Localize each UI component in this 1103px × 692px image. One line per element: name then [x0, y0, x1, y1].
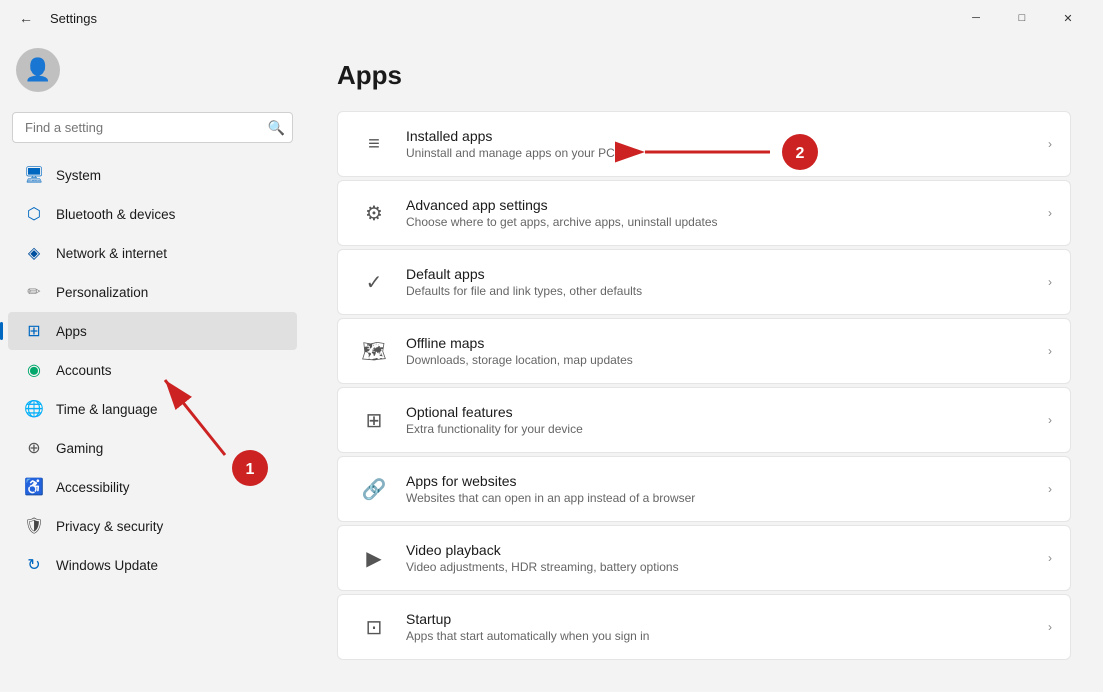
nav-list: 🖥 System ⬡ Bluetooth & devices ◈ Network…: [0, 151, 305, 589]
video-playback-title: Video playback: [406, 542, 1040, 558]
gaming-icon: ⊕: [24, 438, 44, 458]
optional-features-desc: Extra functionality for your device: [406, 422, 1040, 436]
user-icon: 👤: [24, 57, 51, 83]
main-content: Apps ≡ Installed apps Uninstall and mana…: [305, 36, 1103, 692]
title-bar-controls: ─ □ ✕: [953, 0, 1091, 36]
sidebar-item-label: Network & internet: [56, 246, 167, 261]
settings-list: ≡ Installed apps Uninstall and manage ap…: [337, 111, 1071, 660]
accounts-icon: ◉: [24, 360, 44, 380]
sidebar-item-label: Accounts: [56, 363, 112, 378]
network-icon: ◈: [24, 243, 44, 263]
maximize-button[interactable]: □: [999, 0, 1045, 36]
advanced-app-settings-title: Advanced app settings: [406, 197, 1040, 213]
personalization-icon: ✏: [24, 282, 44, 302]
installed-apps-title: Installed apps: [406, 128, 1040, 144]
chevron-right-icon: ›: [1048, 413, 1052, 427]
installed-apps-desc: Uninstall and manage apps on your PC: [406, 146, 1040, 160]
installed-apps-icon: ≡: [356, 126, 392, 162]
optional-features-icon: ⊞: [356, 402, 392, 438]
chevron-right-icon: ›: [1048, 620, 1052, 634]
advanced-app-settings-desc: Choose where to get apps, archive apps, …: [406, 215, 1040, 229]
search-input[interactable]: [12, 112, 293, 143]
back-button[interactable]: ←: [12, 4, 40, 32]
sidebar-item-label: System: [56, 168, 101, 183]
page-title: Apps: [337, 60, 1071, 91]
offline-maps-desc: Downloads, storage location, map updates: [406, 353, 1040, 367]
sidebar-item-accounts[interactable]: ◉ Accounts: [8, 351, 297, 389]
settings-item-offline-maps[interactable]: 🗺 Offline maps Downloads, storage locati…: [337, 318, 1071, 384]
update-icon: ↻: [24, 555, 44, 575]
app-title: Settings: [50, 11, 97, 26]
sidebar-item-label: Apps: [56, 324, 87, 339]
close-button[interactable]: ✕: [1045, 0, 1091, 36]
apps-icon: ⊞: [24, 321, 44, 341]
sidebar-item-label: Privacy & security: [56, 519, 163, 534]
optional-features-title: Optional features: [406, 404, 1040, 420]
sidebar-item-network[interactable]: ◈ Network & internet: [8, 234, 297, 272]
apps-for-websites-icon: 🔗: [356, 471, 392, 507]
settings-item-startup[interactable]: ⊡ Startup Apps that start automatically …: [337, 594, 1071, 660]
sidebar-item-apps[interactable]: ⊞ Apps: [8, 312, 297, 350]
sidebar-item-bluetooth[interactable]: ⬡ Bluetooth & devices: [8, 195, 297, 233]
app-body: 👤 🔍 🖥 System ⬡ Bluetooth & devices ◈ Net…: [0, 36, 1103, 692]
settings-item-default-apps[interactable]: ✓ Default apps Defaults for file and lin…: [337, 249, 1071, 315]
chevron-right-icon: ›: [1048, 275, 1052, 289]
sidebar: 👤 🔍 🖥 System ⬡ Bluetooth & devices ◈ Net…: [0, 36, 305, 692]
search-icon: 🔍: [268, 119, 285, 136]
default-apps-icon: ✓: [356, 264, 392, 300]
chevron-right-icon: ›: [1048, 206, 1052, 220]
accessibility-icon: ♿: [24, 477, 44, 497]
sidebar-item-update[interactable]: ↻ Windows Update: [8, 546, 297, 584]
startup-icon: ⊡: [356, 609, 392, 645]
offline-maps-icon: 🗺: [356, 333, 392, 369]
chevron-right-icon: ›: [1048, 482, 1052, 496]
sidebar-item-system[interactable]: 🖥 System: [8, 156, 297, 194]
sidebar-item-accessibility[interactable]: ♿ Accessibility: [8, 468, 297, 506]
system-icon: 🖥: [24, 165, 44, 185]
time-icon: 🌐: [24, 399, 44, 419]
advanced-app-settings-icon: ⚙: [356, 195, 392, 231]
apps-for-websites-title: Apps for websites: [406, 473, 1040, 489]
settings-item-apps-for-websites[interactable]: 🔗 Apps for websites Websites that can op…: [337, 456, 1071, 522]
sidebar-item-label: Accessibility: [56, 480, 130, 495]
title-bar: ← Settings ─ □ ✕: [0, 0, 1103, 36]
settings-item-optional-features[interactable]: ⊞ Optional features Extra functionality …: [337, 387, 1071, 453]
settings-item-advanced-app-settings[interactable]: ⚙ Advanced app settings Choose where to …: [337, 180, 1071, 246]
startup-desc: Apps that start automatically when you s…: [406, 629, 1040, 643]
sidebar-item-label: Personalization: [56, 285, 148, 300]
settings-item-installed-apps[interactable]: ≡ Installed apps Uninstall and manage ap…: [337, 111, 1071, 177]
sidebar-item-label: Time & language: [56, 402, 158, 417]
startup-title: Startup: [406, 611, 1040, 627]
minimize-button[interactable]: ─: [953, 0, 999, 36]
default-apps-title: Default apps: [406, 266, 1040, 282]
default-apps-desc: Defaults for file and link types, other …: [406, 284, 1040, 298]
sidebar-item-label: Bluetooth & devices: [56, 207, 175, 222]
settings-item-video-playback[interactable]: ▶ Video playback Video adjustments, HDR …: [337, 525, 1071, 591]
chevron-right-icon: ›: [1048, 551, 1052, 565]
sidebar-item-label: Windows Update: [56, 558, 158, 573]
chevron-right-icon: ›: [1048, 344, 1052, 358]
bluetooth-icon: ⬡: [24, 204, 44, 224]
sidebar-item-gaming[interactable]: ⊕ Gaming: [8, 429, 297, 467]
search-box: 🔍: [12, 112, 293, 143]
title-bar-left: ← Settings: [12, 4, 97, 32]
apps-for-websites-desc: Websites that can open in an app instead…: [406, 491, 1040, 505]
chevron-right-icon: ›: [1048, 137, 1052, 151]
privacy-icon: 🛡: [24, 516, 44, 536]
sidebar-profile: 👤: [0, 36, 305, 108]
video-playback-icon: ▶: [356, 540, 392, 576]
sidebar-item-label: Gaming: [56, 441, 103, 456]
sidebar-item-privacy[interactable]: 🛡 Privacy & security: [8, 507, 297, 545]
video-playback-desc: Video adjustments, HDR streaming, batter…: [406, 560, 1040, 574]
avatar: 👤: [16, 48, 60, 92]
sidebar-item-personalization[interactable]: ✏ Personalization: [8, 273, 297, 311]
offline-maps-title: Offline maps: [406, 335, 1040, 351]
sidebar-item-time[interactable]: 🌐 Time & language: [8, 390, 297, 428]
